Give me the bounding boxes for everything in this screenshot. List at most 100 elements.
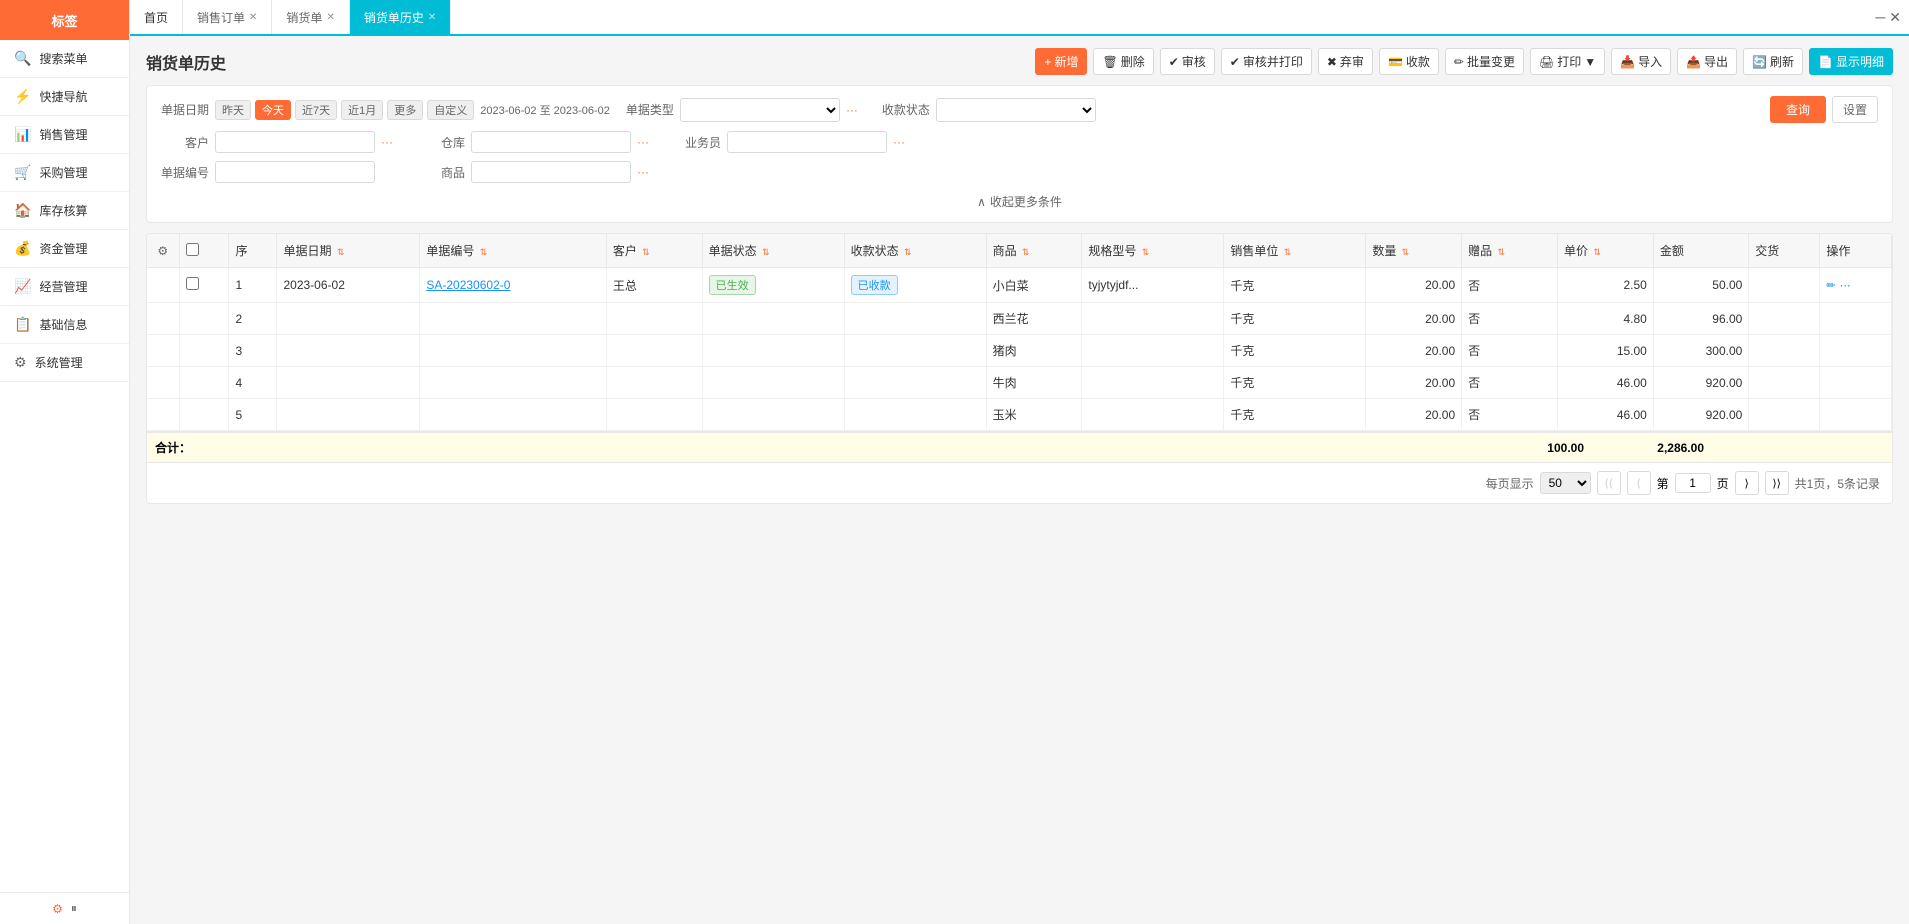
close-sales-order-tab[interactable]: ✕ xyxy=(249,12,257,23)
sidebar-toggle-icon[interactable]: ⏸ xyxy=(71,901,77,916)
td-doc-status: 已生效 xyxy=(702,268,844,303)
doc-type-ellipsis[interactable]: ··· xyxy=(846,103,858,117)
collect-button[interactable]: 💳 收款 xyxy=(1379,48,1439,75)
tab-home[interactable]: 首页 xyxy=(130,0,183,34)
last-page-btn[interactable]: ⟩⟩ xyxy=(1765,471,1789,495)
basic-info-icon: 📋 xyxy=(14,316,31,333)
page-size-select[interactable]: 50 20 100 xyxy=(1540,472,1591,494)
customer-ellipsis[interactable]: ··· xyxy=(381,135,393,149)
goods-ellipsis[interactable]: ··· xyxy=(637,165,649,179)
th-payment-status[interactable]: 收款状态 ⇅ xyxy=(844,234,986,268)
row-checkbox[interactable] xyxy=(186,277,199,290)
th-settings[interactable]: ⚙ xyxy=(147,234,179,268)
td-settings xyxy=(147,268,179,303)
table-container: ⚙ 序 单据日期 ⇅ 单据编号 ⇅ xyxy=(146,233,1893,504)
doc-type-select[interactable] xyxy=(680,98,840,122)
th-amount: 金额 xyxy=(1653,234,1748,268)
th-date[interactable]: 单据日期 ⇅ xyxy=(277,234,420,268)
setting-button[interactable]: 设置 xyxy=(1832,96,1878,123)
doc-no-link[interactable]: SA-20230602-0 xyxy=(426,278,510,292)
th-spec-model[interactable]: 规格型号 ⇅ xyxy=(1082,234,1224,268)
audit-button[interactable]: ✔ 审核 xyxy=(1160,48,1215,75)
payment-status-select[interactable] xyxy=(936,98,1096,122)
sidebar-item-inventory-calc[interactable]: 🏠 库存核算 xyxy=(0,192,129,230)
inventory-calc-icon: 🏠 xyxy=(14,202,31,219)
close-sales-history-tab[interactable]: ✕ xyxy=(428,12,436,23)
window-close-btn[interactable]: ✕ xyxy=(1889,9,1901,26)
sidebar-item-purchase-mgmt[interactable]: 🛒 采购管理 xyxy=(0,154,129,192)
th-customer[interactable]: 客户 ⇅ xyxy=(606,234,702,268)
next-page-btn[interactable]: ⟩ xyxy=(1735,471,1759,495)
td-gift: 否 xyxy=(1462,303,1558,335)
sidebar-item-operations-mgmt[interactable]: 📈 经营管理 xyxy=(0,268,129,306)
sidebar-item-search-menu[interactable]: 🔍 搜索菜单 xyxy=(0,40,129,78)
more-row-btn[interactable]: ⋯ xyxy=(1840,279,1851,292)
batch-change-button[interactable]: ✏ 批量变更 xyxy=(1445,48,1524,75)
goods-input[interactable] xyxy=(471,161,631,183)
sidebar-item-system-mgmt[interactable]: ⚙ 系统管理 xyxy=(0,344,129,382)
sidebar-item-basic-info[interactable]: 📋 基础信息 xyxy=(0,306,129,344)
new-button[interactable]: + 新增 xyxy=(1035,48,1087,75)
th-quantity[interactable]: 数量 ⇅ xyxy=(1366,234,1462,268)
td-transaction xyxy=(1749,335,1820,367)
sidebar-settings-icon[interactable]: ⚙ xyxy=(52,902,63,916)
salesperson-ellipsis[interactable]: ··· xyxy=(893,135,905,149)
td-transaction xyxy=(1749,367,1820,399)
tab-sales-order[interactable]: 销售订单 ✕ xyxy=(183,0,272,34)
query-button[interactable]: 查询 xyxy=(1770,96,1826,123)
customer-input[interactable] xyxy=(215,131,375,153)
custom-btn[interactable]: 自定义 xyxy=(427,100,474,120)
td-row-no: 2 xyxy=(229,303,277,335)
td-quantity: 20.00 xyxy=(1366,303,1462,335)
abandon-button[interactable]: ✖ 弃审 xyxy=(1318,48,1373,75)
yesterday-btn[interactable]: 昨天 xyxy=(215,100,251,120)
salesperson-input[interactable] xyxy=(727,131,887,153)
page-title: 销货单历史 xyxy=(146,50,226,74)
warehouse-input[interactable] xyxy=(471,131,631,153)
table-body: 1 2023-06-02 SA-20230602-0 王总 已生效 已收款 小白… xyxy=(147,268,1892,431)
page-number-input[interactable] xyxy=(1675,473,1711,493)
td-row-no: 1 xyxy=(229,268,277,303)
edit-row-btn[interactable]: ✏ xyxy=(1826,279,1835,292)
sidebar-item-quick-nav[interactable]: ⚡ 快捷导航 xyxy=(0,78,129,116)
select-all-checkbox[interactable] xyxy=(186,243,199,256)
th-actions: 操作 xyxy=(1820,234,1892,268)
pagination: 每页显示 50 20 100 ⟨⟨ ⟨ 第 页 ⟩ ⟩⟩ 共1页，5条记录 xyxy=(147,462,1892,503)
close-sales-goods-tab[interactable]: ✕ xyxy=(326,12,334,23)
collapse-button[interactable]: ∧ 收起更多条件 xyxy=(161,191,1878,212)
sidebar-item-sales-mgmt[interactable]: 📊 销售管理 xyxy=(0,116,129,154)
first-page-btn[interactable]: ⟨⟨ xyxy=(1597,471,1621,495)
td-doc-status xyxy=(702,367,844,399)
more-btn[interactable]: 更多 xyxy=(387,100,423,120)
th-doc-status[interactable]: 单据状态 ⇅ xyxy=(702,234,844,268)
import-button[interactable]: 📥 导入 xyxy=(1611,48,1671,75)
td-goods: 玉米 xyxy=(986,399,1082,431)
td-unit-price: 2.50 xyxy=(1558,268,1654,303)
sidebar-item-finance-mgmt[interactable]: 💰 资金管理 xyxy=(0,230,129,268)
refresh-button[interactable]: 🔄 刷新 xyxy=(1743,48,1803,75)
today-btn[interactable]: 今天 xyxy=(255,100,291,120)
last7days-btn[interactable]: 近7天 xyxy=(295,100,337,120)
th-sales-unit[interactable]: 销售单位 ⇅ xyxy=(1224,234,1366,268)
td-sales-unit: 千克 xyxy=(1224,268,1366,303)
th-transaction: 交货 xyxy=(1749,234,1820,268)
th-unit-price[interactable]: 单价 ⇅ xyxy=(1558,234,1654,268)
doc-no-input[interactable] xyxy=(215,161,375,183)
td-transaction xyxy=(1749,268,1820,303)
th-doc-no[interactable]: 单据编号 ⇅ xyxy=(420,234,606,268)
delete-button[interactable]: 🗑 删除 xyxy=(1093,48,1153,75)
show-detail-button[interactable]: 📄 显示明细 xyxy=(1809,48,1893,75)
export-button[interactable]: 📤 导出 xyxy=(1677,48,1737,75)
tab-sales-history[interactable]: 销货单历史 ✕ xyxy=(350,0,451,34)
td-actions xyxy=(1820,399,1892,431)
warehouse-ellipsis[interactable]: ··· xyxy=(637,135,649,149)
audit-print-button[interactable]: ✔ 审核并打印 xyxy=(1221,48,1312,75)
window-minimize-btn[interactable]: ─ xyxy=(1875,9,1885,25)
prev-page-btn[interactable]: ⟨ xyxy=(1627,471,1651,495)
tab-sales-goods[interactable]: 销货单 ✕ xyxy=(272,0,349,34)
last1month-btn[interactable]: 近1月 xyxy=(341,100,383,120)
print-button[interactable]: 🖨 打印 ▼ xyxy=(1530,48,1605,75)
th-gift[interactable]: 赠品 ⇅ xyxy=(1462,234,1558,268)
table-settings-icon[interactable]: ⚙ xyxy=(157,244,168,258)
th-goods[interactable]: 商品 ⇅ xyxy=(986,234,1082,268)
